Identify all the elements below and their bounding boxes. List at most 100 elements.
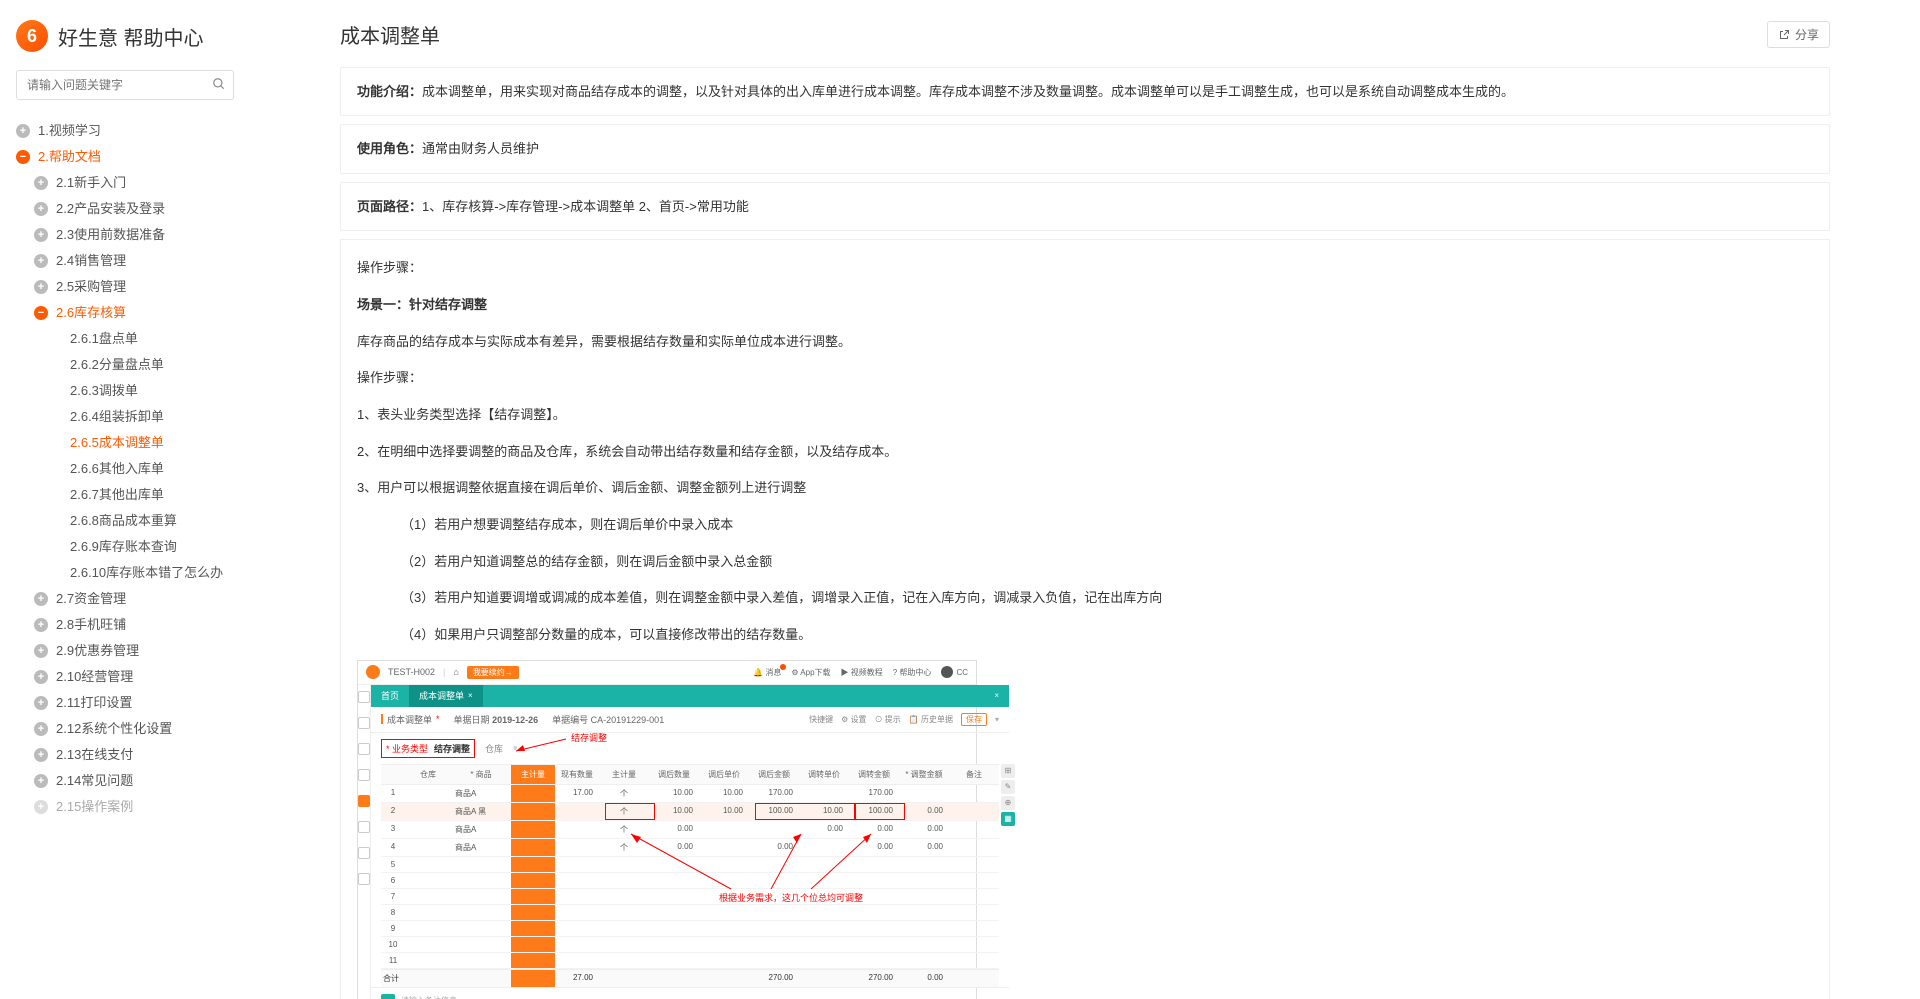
step-3c: （3）若用户知道要调增或调减的成本差值，则在调整金额中录入差值，调增录入正值，记… [357,586,1813,611]
table-row: 3商品A个0.000.000.000.00 [381,821,999,839]
nav-2-4[interactable]: +2.4销售管理 [34,248,234,274]
tool-icon: ✎ [1001,780,1015,794]
tab-doc: 成本调整单× [409,685,483,707]
nav-2[interactable]: −2.帮助文档 +2.1新手入门 +2.2产品安装及登录 +2.3使用前数据准备… [16,144,234,820]
biztype-value: 结存调整 [434,742,470,755]
col-aqty: 调后数量 [649,765,699,784]
sidebar: 6 好生意 帮助中心 +1.视频学习 −2.帮助文档 +2.1新手入门 +2.2… [0,0,250,999]
col-adj: * 调整金额 [899,765,949,784]
bell-icon: 🔔 消息 [753,667,781,678]
warehouse-label: 仓库 [485,742,503,755]
note-icon [381,994,395,999]
nav-1[interactable]: +1.视频学习 [16,118,234,144]
search-icon[interactable] [212,77,226,94]
plus-icon: + [34,202,48,216]
rail-icon [358,821,370,833]
intro-text: 成本调整单，用来实现对商品结存成本的调整，以及针对具体的出入库单进行成本调整。库… [422,84,1514,99]
nav-2-5[interactable]: +2.5采购管理 [34,274,234,300]
col-bprice: 调转单价 [799,765,849,784]
nav-label: 2.6.4组装拆卸单 [70,409,164,424]
nav-label: 2.6.9库存账本查询 [70,539,177,554]
nav-label: 2.6.2分量盘点单 [70,357,164,372]
rail-icon [358,743,370,755]
step-1: 1、表头业务类型选择【结存调整】。 [357,403,1813,428]
nav-label: 2.13在线支付 [56,742,133,768]
table-row: 10 [381,937,999,953]
nav-2-2[interactable]: +2.2产品安装及登录 [34,196,234,222]
tab-close-all: × [980,685,1009,707]
doc-header: 成本调整单* 单据日期 2019-12-26 单据编号 CA-20191229-… [371,707,1009,733]
table-row: 11 [381,953,999,969]
col-unit: 主计量 [511,765,555,784]
logo-icon: 6 [16,20,48,52]
col-qty: 现有数量 [555,765,599,784]
rail-home-icon [358,691,370,703]
rail-icon [358,769,370,781]
rail-icon-active [358,795,370,807]
biztype-row: * 业务类型 结存调整 仓库 ▾ 结存调整 [371,733,1009,764]
table-row: 7根据业务需求，这几个位总均可调整 [381,889,999,905]
nav-2-15[interactable]: +2.15操作案例 [34,794,234,820]
arrow-icon [511,737,571,755]
nav-2-13[interactable]: +2.13在线支付 [34,742,234,768]
plus-icon: + [34,254,48,268]
nav-2-6-9[interactable]: 2.6.9库存账本查询 [70,534,234,560]
plus-icon: + [34,592,48,606]
nav-2-6-10[interactable]: 2.6.10库存账本错了怎么办 [70,560,234,586]
nav-2-14[interactable]: +2.14常见问题 [34,768,234,794]
nav-2-10[interactable]: +2.10经营管理 [34,664,234,690]
col-product: * 商品 [451,765,511,784]
col-aprice: 调后单价 [699,765,749,784]
share-button[interactable]: 分享 [1767,21,1830,48]
nav-2-6-6[interactable]: 2.6.6其他入库单 [70,456,234,482]
nav-2-11[interactable]: +2.11打印设置 [34,690,234,716]
nav-label: 2.14常见问题 [56,768,133,794]
path-box: 页面路径：1、库存核算->库存管理->成本调整单 2、首页->常用功能 [340,182,1830,231]
table-row: 9 [381,921,999,937]
table-row: 4商品A个0.000.000.000.00 [381,839,999,857]
close-icon: × [468,691,473,700]
nav-2-6-5[interactable]: 2.6.5成本调整单 [70,430,234,456]
share-icon [1778,29,1790,41]
nav-2-7[interactable]: +2.7资金管理 [34,586,234,612]
plus-icon: + [34,670,48,684]
role-box: 使用角色：通常由财务人员维护 [340,124,1830,173]
plus-icon: + [34,644,48,658]
steps-title: 操作步骤： [357,256,1813,281]
col-bamt: 调转金额 [849,765,899,784]
nav-label: 2.7资金管理 [56,586,126,612]
intro-label: 功能介绍： [357,84,422,99]
app-rail [358,685,371,999]
table-row: 8 [381,905,999,921]
date-label: 单据日期 [454,715,490,725]
nav-label: 2.4销售管理 [56,248,126,274]
nav-2-1[interactable]: +2.1新手入门 [34,170,234,196]
app-topbar: TEST-H002 | ⌂ 我要续约→ 🔔 消息 ⚙ App下载 ▶ 视频教程 … [358,661,976,685]
nav-2-6-3[interactable]: 2.6.3调拨单 [70,378,234,404]
nav-2-6-2[interactable]: 2.6.2分量盘点单 [70,352,234,378]
content-body: 操作步骤： 场景一：针对结存调整 库存商品的结存成本与实际成本有差异，需要根据结… [340,239,1830,999]
search-input[interactable] [16,70,234,100]
nav-2-12[interactable]: +2.12系统个性化设置 [34,716,234,742]
nav-2-6-7[interactable]: 2.6.7其他出库单 [70,482,234,508]
rail-icon [358,873,370,885]
nav-2-8[interactable]: +2.8手机旺铺 [34,612,234,638]
tab-home: 首页 [371,685,409,707]
table-row: 2商品A 黑个10.0010.00100.0010.00100.000.00 [381,803,999,821]
rail-icon [358,847,370,859]
steps-label: 操作步骤： [357,366,1813,391]
total-amt2: 270.00 [849,970,899,987]
nav-2-6-4[interactable]: 2.6.4组装拆卸单 [70,404,234,430]
rail-icon [358,717,370,729]
tab-strip: 首页 成本调整单× × [371,685,1009,707]
nav-2-9[interactable]: +2.9优惠券管理 [34,638,234,664]
nav-2-6-1[interactable]: 2.6.1盘点单 [70,326,234,352]
nav-2-6[interactable]: −2.6库存核算 2.6.1盘点单 2.6.2分量盘点单 2.6.3调拨单 2.… [34,300,234,586]
plus-icon: + [34,228,48,242]
biztype-label: * 业务类型 [386,742,428,755]
nav-2-3[interactable]: +2.3使用前数据准备 [34,222,234,248]
step-3: 3、用户可以根据调整依据直接在调后单价、调后金额、调整金额列上进行调整 [357,476,1813,501]
nav-2-6-8[interactable]: 2.6.8商品成本重算 [70,508,234,534]
nav-label: 2.11打印设置 [56,690,132,716]
nav-label: 2.1新手入门 [56,170,126,196]
